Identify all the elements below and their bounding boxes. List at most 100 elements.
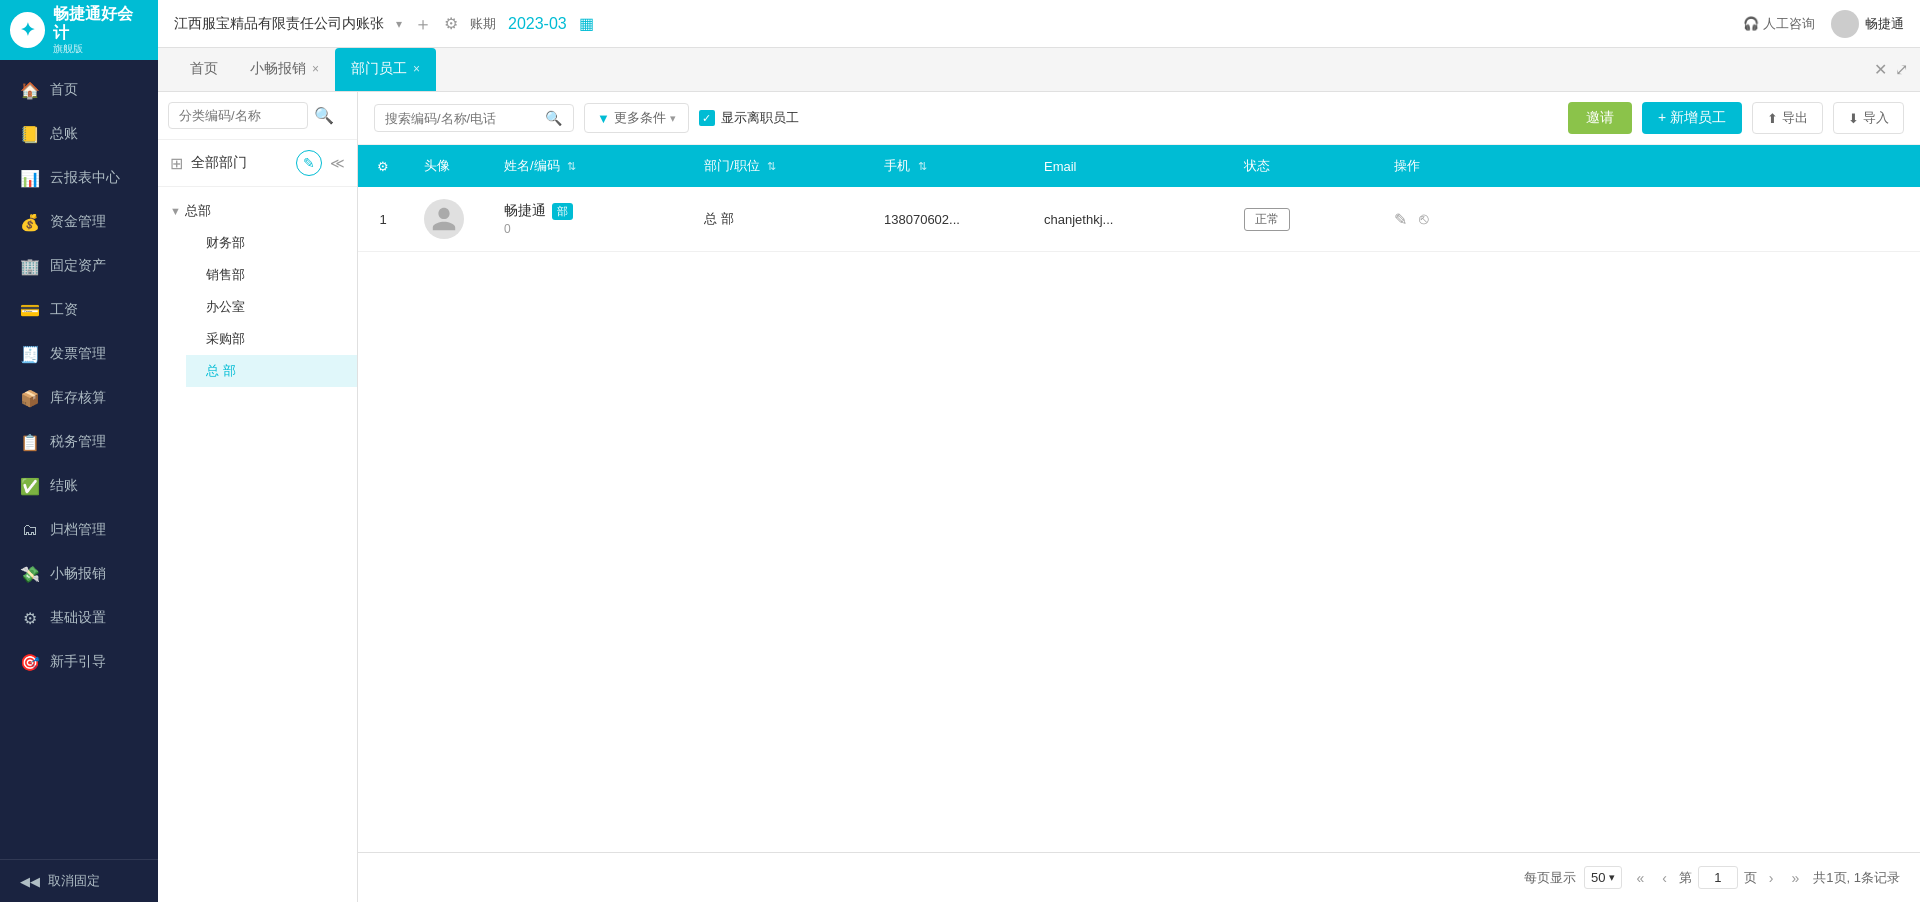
dept-node-office[interactable]: 办公室 [186,291,357,323]
dept-node-finance[interactable]: 财务部 [186,227,357,259]
page-navigation: « ‹ 第 页 › » [1630,866,1805,889]
tab-employees-close[interactable]: × [413,62,420,76]
dept-search-icon[interactable]: 🔍 [314,106,334,125]
tax-icon: 📋 [20,432,40,452]
tab-employees[interactable]: 部门员工 × [335,48,436,91]
sort-dept-icon: ⇅ [767,160,776,172]
user-avatar [1831,10,1859,38]
home-icon: 🏠 [20,80,40,100]
employee-search-input[interactable] [385,111,545,126]
col-phone[interactable]: 手机 ⇅ [868,145,1028,187]
dept-node-label: 采购部 [206,330,245,348]
row-phone: 138070602... [868,187,1028,252]
import-button[interactable]: ⬇ 导入 [1833,102,1904,134]
sidebar-item-invoice[interactable]: 🧾 发票管理 [0,332,158,376]
row-email: chanjethkj... [1028,187,1228,252]
tab-expense[interactable]: 小畅报销 × [234,48,335,91]
sidebar-item-close[interactable]: ✅ 结账 [0,464,158,508]
support-button[interactable]: 🎧 人工咨询 [1743,15,1815,33]
sidebar-item-assets[interactable]: 🏢 固定资产 [0,244,158,288]
col-settings[interactable]: ⚙ [358,145,408,187]
employee-search-icon[interactable]: 🔍 [545,110,562,126]
dept-search-input[interactable] [168,102,308,129]
row-dept: 总 部 [688,187,868,252]
salary-icon: 💳 [20,300,40,320]
archive-icon: 🗂 [20,520,40,540]
period-value: 2023-03 [508,15,567,33]
page-input[interactable] [1698,866,1738,889]
filter-button[interactable]: ▼ 更多条件 ▾ [584,103,689,133]
add-company-button[interactable]: ＋ [414,12,432,36]
sidebar-item-label: 基础设置 [50,609,106,627]
total-records: 共1页, 1条记录 [1813,869,1900,887]
employee-toolbar: 🔍 ▼ 更多条件 ▾ ✓ 显示离职员工 邀请 + 新增员工 ⬆ 导出 [358,92,1920,145]
tab-home-label: 首页 [190,60,218,78]
tab-home[interactable]: 首页 [174,48,234,91]
sidebar-item-archive[interactable]: 🗂 归档管理 [0,508,158,552]
row-name-cell: 畅捷通 部 0 [488,187,688,252]
add-employee-button[interactable]: + 新增员工 [1642,102,1742,134]
sidebar-item-settings[interactable]: ⚙ 基础设置 [0,596,158,640]
col-name[interactable]: 姓名/编码 ⇅ [488,145,688,187]
invoice-icon: 🧾 [20,344,40,364]
calendar-icon[interactable]: ▦ [579,14,594,33]
logo-text-block: 畅捷通好会计 旗舰版 [53,4,148,56]
invite-button[interactable]: 邀请 [1568,102,1632,134]
next-page-button[interactable]: › [1763,868,1780,888]
col-dept[interactable]: 部门/职位 ⇅ [688,145,868,187]
dept-node-label: 总部 [185,202,211,220]
tab-employees-label: 部门员工 [351,60,407,78]
filter-arrow-icon: ▾ [670,112,676,125]
sidebar-item-home[interactable]: 🏠 首页 [0,68,158,112]
expense-icon: 💸 [20,564,40,584]
company-dropdown-icon[interactable]: ▾ [396,17,402,31]
export-button[interactable]: ⬆ 导出 [1752,102,1823,134]
pagination: 每页显示 50 ▾ « ‹ 第 页 › » 共1页, 1条记录 [358,852,1920,902]
all-dept-label: 全部部门 [191,154,288,172]
last-page-button[interactable]: » [1786,868,1806,888]
sidebar-item-guide[interactable]: 🎯 新手引导 [0,640,158,684]
dept-badge: 部 [552,203,573,220]
prev-page-button[interactable]: ‹ [1656,868,1673,888]
dept-node-purchase[interactable]: 采购部 [186,323,357,355]
dept-edit-button[interactable]: ✎ [296,150,322,176]
dept-node-headquarters[interactable]: ▼ 总部 [158,195,357,227]
sidebar-item-label: 库存核算 [50,389,106,407]
dept-node-general[interactable]: 总 部 [186,355,357,387]
export-label: 导出 [1782,109,1808,127]
sidebar-item-inventory[interactable]: 📦 库存核算 [0,376,158,420]
logout-button[interactable]: ⎋ [1419,210,1429,228]
employee-code: 0 [504,222,672,236]
sidebar-item-label: 首页 [50,81,78,99]
close-account-icon: ✅ [20,476,40,496]
checkbox-icon: ✓ [699,110,715,126]
sidebar-item-label: 云报表中心 [50,169,120,187]
dropdown-icon: ▾ [1609,871,1615,884]
sidebar-item-funds[interactable]: 💰 资金管理 [0,200,158,244]
dept-collapse-button[interactable]: ≪ [330,155,345,171]
user-menu[interactable]: 畅捷通 [1831,10,1904,38]
cancel-fixed-button[interactable]: ◀◀ 取消固定 [0,859,158,902]
tab-expense-label: 小畅报销 [250,60,306,78]
tab-expense-close[interactable]: × [312,62,319,76]
sidebar-item-salary[interactable]: 💳 工资 [0,288,158,332]
sidebar-item-expense[interactable]: 💸 小畅报销 [0,552,158,596]
expand-tabs-button[interactable]: ⤢ [1895,60,1908,79]
sidebar-item-reports[interactable]: 📊 云报表中心 [0,156,158,200]
guide-icon: 🎯 [20,652,40,672]
sidebar-item-tax[interactable]: 📋 税务管理 [0,420,158,464]
period-label: 账期 [470,15,496,33]
content-area: 🔍 ⊞ 全部部门 ✎ ≪ ▼ 总部 财务部 销售部 [158,92,1920,902]
sidebar-item-ledger[interactable]: 📒 总账 [0,112,158,156]
employee-table: ⚙ 头像 姓名/编码 ⇅ 部门/职位 ⇅ 手机 [358,145,1920,852]
dept-node-sales[interactable]: 销售部 [186,259,357,291]
edit-button[interactable]: ✎ [1394,210,1407,229]
sidebar-item-label: 资金管理 [50,213,106,231]
settings-button[interactable]: ⚙ [444,14,458,33]
per-page-select[interactable]: 50 ▾ [1584,866,1622,889]
show-resigned-checkbox[interactable]: ✓ 显示离职员工 [699,109,799,127]
per-page-value: 50 [1591,870,1605,885]
pin-icon: ◀◀ [20,874,40,889]
first-page-button[interactable]: « [1630,868,1650,888]
close-all-tabs-button[interactable]: ✕ [1874,60,1887,79]
